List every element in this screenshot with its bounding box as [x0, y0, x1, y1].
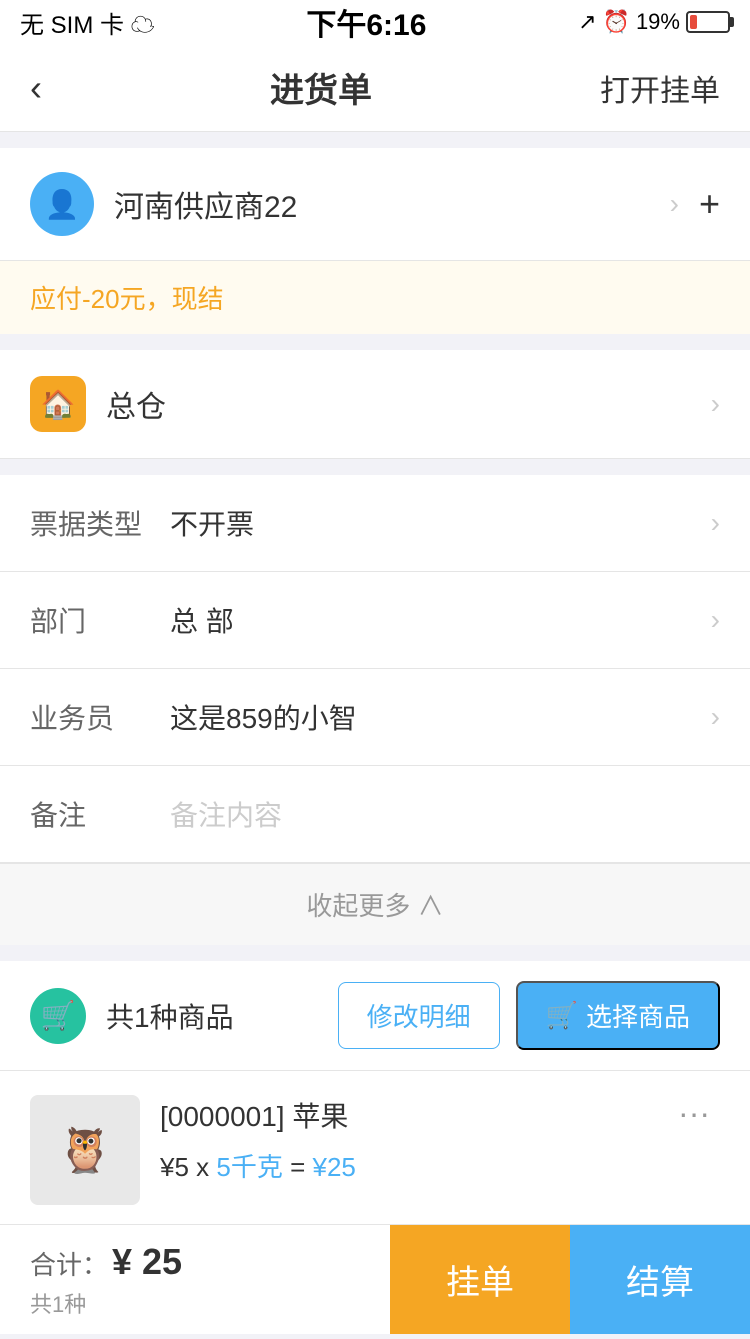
hang-label: 挂单 [446, 1255, 514, 1304]
form-row-invoice-type[interactable]: 票据类型 不开票 › [0, 475, 750, 572]
product-header: 🛒 共1种商品 修改明细 🛒 选择商品 [0, 961, 750, 1070]
product-total: ¥25 [313, 1152, 356, 1182]
product-unit-price: ¥5 [160, 1152, 189, 1182]
section-divider-4 [0, 945, 750, 961]
product-thumbnail: 🦉 [30, 1095, 140, 1205]
form-key-sales: 业务员 [30, 697, 170, 737]
add-button[interactable]: + [699, 183, 720, 225]
status-time: 下午6:16 [306, 0, 426, 44]
alarm-icon: ⏰ [603, 9, 630, 35]
product-price: ¥5 x 5千克 = ¥25 [160, 1147, 668, 1184]
form-row-department[interactable]: 部门 总 部 › [0, 572, 750, 669]
product-thumb-logo: 🦉 [58, 1124, 113, 1176]
open-pending-button[interactable]: 打开挂单 [600, 66, 720, 110]
product-item: 🦉 [0000001] 苹果 ¥5 x 5千克 = ¥25 ··· [0, 1070, 750, 1229]
nav-bar: ‹ 进货单 打开挂单 [0, 44, 750, 132]
dept-chevron-icon: › [711, 604, 720, 636]
form-val-invoice: 不开票 [170, 503, 711, 543]
form-section: 票据类型 不开票 › 部门 总 部 › 业务员 这是859的小智 › 备注 备注… [0, 475, 750, 945]
supplier-section: 👤 河南供应商22 › + 应付-20元，现结 [0, 148, 750, 334]
product-count: 共1种商品 [106, 996, 338, 1036]
settle-label: 结算 [626, 1255, 694, 1304]
product-multiply: x [196, 1152, 216, 1182]
warehouse-chevron-icon: › [711, 388, 720, 420]
form-key-dept: 部门 [30, 600, 170, 640]
form-row-remark[interactable]: 备注 备注内容 [0, 766, 750, 863]
warehouse-icon: 🏠 [30, 376, 86, 432]
page-title: 进货单 [270, 63, 372, 112]
form-key-remark: 备注 [30, 794, 170, 834]
product-name: [0000001] 苹果 [160, 1095, 668, 1135]
avatar-icon: 👤 [45, 188, 80, 221]
status-left: 无 SIM 卡 ☁ [20, 5, 155, 40]
hang-button[interactable]: 挂单 [390, 1225, 570, 1334]
select-product-icon: 🛒 [546, 1000, 578, 1031]
total-amount: ¥ 25 [112, 1241, 182, 1283]
supplier-row[interactable]: 👤 河南供应商22 › + [0, 148, 750, 261]
sales-chevron-icon: › [711, 701, 720, 733]
form-row-salesperson[interactable]: 业务员 这是859的小智 › [0, 669, 750, 766]
status-bar: 无 SIM 卡 ☁ 下午6:16 ↗ ⏰ 19% [0, 0, 750, 44]
total-sub: 共1种 [30, 1287, 390, 1319]
battery-icon [686, 11, 730, 33]
form-val-sales: 这是859的小智 [170, 697, 711, 737]
collapse-bar[interactable]: 收起更多 ∧ [0, 863, 750, 945]
notice-text: 应付-20元，现结 [30, 284, 224, 314]
back-button[interactable]: ‹ [30, 67, 42, 109]
cart-icon: 🛒 [30, 988, 86, 1044]
supplier-chevron-icon: › [670, 188, 679, 220]
notice-banner: 应付-20元，现结 [0, 261, 750, 334]
section-divider-1 [0, 132, 750, 148]
product-qty: 5千克 [216, 1152, 282, 1182]
total-section: 合计： ¥ 25 共1种 [0, 1225, 390, 1334]
status-right: ↗ ⏰ 19% [578, 9, 730, 35]
product-more-button[interactable]: ··· [668, 1095, 720, 1132]
product-equals: = [290, 1152, 312, 1182]
location-icon: ↗ [578, 9, 596, 35]
section-divider-3 [0, 459, 750, 475]
edit-detail-button[interactable]: 修改明细 [338, 982, 500, 1049]
warehouse-name: 总仓 [106, 382, 711, 426]
supplier-avatar: 👤 [30, 172, 94, 236]
product-info: [0000001] 苹果 ¥5 x 5千克 = ¥25 [160, 1095, 668, 1184]
select-product-button[interactable]: 🛒 选择商品 [516, 981, 720, 1050]
select-product-label: 选择商品 [586, 997, 690, 1034]
battery-text: 19% [636, 9, 680, 35]
product-title: 苹果 [292, 1101, 348, 1132]
form-val-dept: 总 部 [170, 600, 711, 640]
form-key-invoice: 票据类型 [30, 503, 170, 543]
invoice-chevron-icon: › [711, 507, 720, 539]
settle-button[interactable]: 结算 [570, 1225, 750, 1334]
bottom-bar: 合计： ¥ 25 共1种 挂单 结算 [0, 1224, 750, 1334]
warehouse-row[interactable]: 🏠 总仓 › [0, 350, 750, 459]
warehouse-section: 🏠 总仓 › [0, 350, 750, 459]
product-section: 🛒 共1种商品 修改明细 🛒 选择商品 🦉 [0000001] 苹果 ¥5 x … [0, 961, 750, 1229]
supplier-name: 河南供应商22 [114, 182, 670, 226]
battery-fill [690, 15, 697, 29]
section-divider-2 [0, 334, 750, 350]
sim-text: 无 SIM 卡 ☁ [20, 5, 155, 40]
product-code: [0000001] [160, 1101, 285, 1132]
form-placeholder-remark[interactable]: 备注内容 [170, 794, 720, 834]
total-label: 合计： [30, 1245, 108, 1282]
